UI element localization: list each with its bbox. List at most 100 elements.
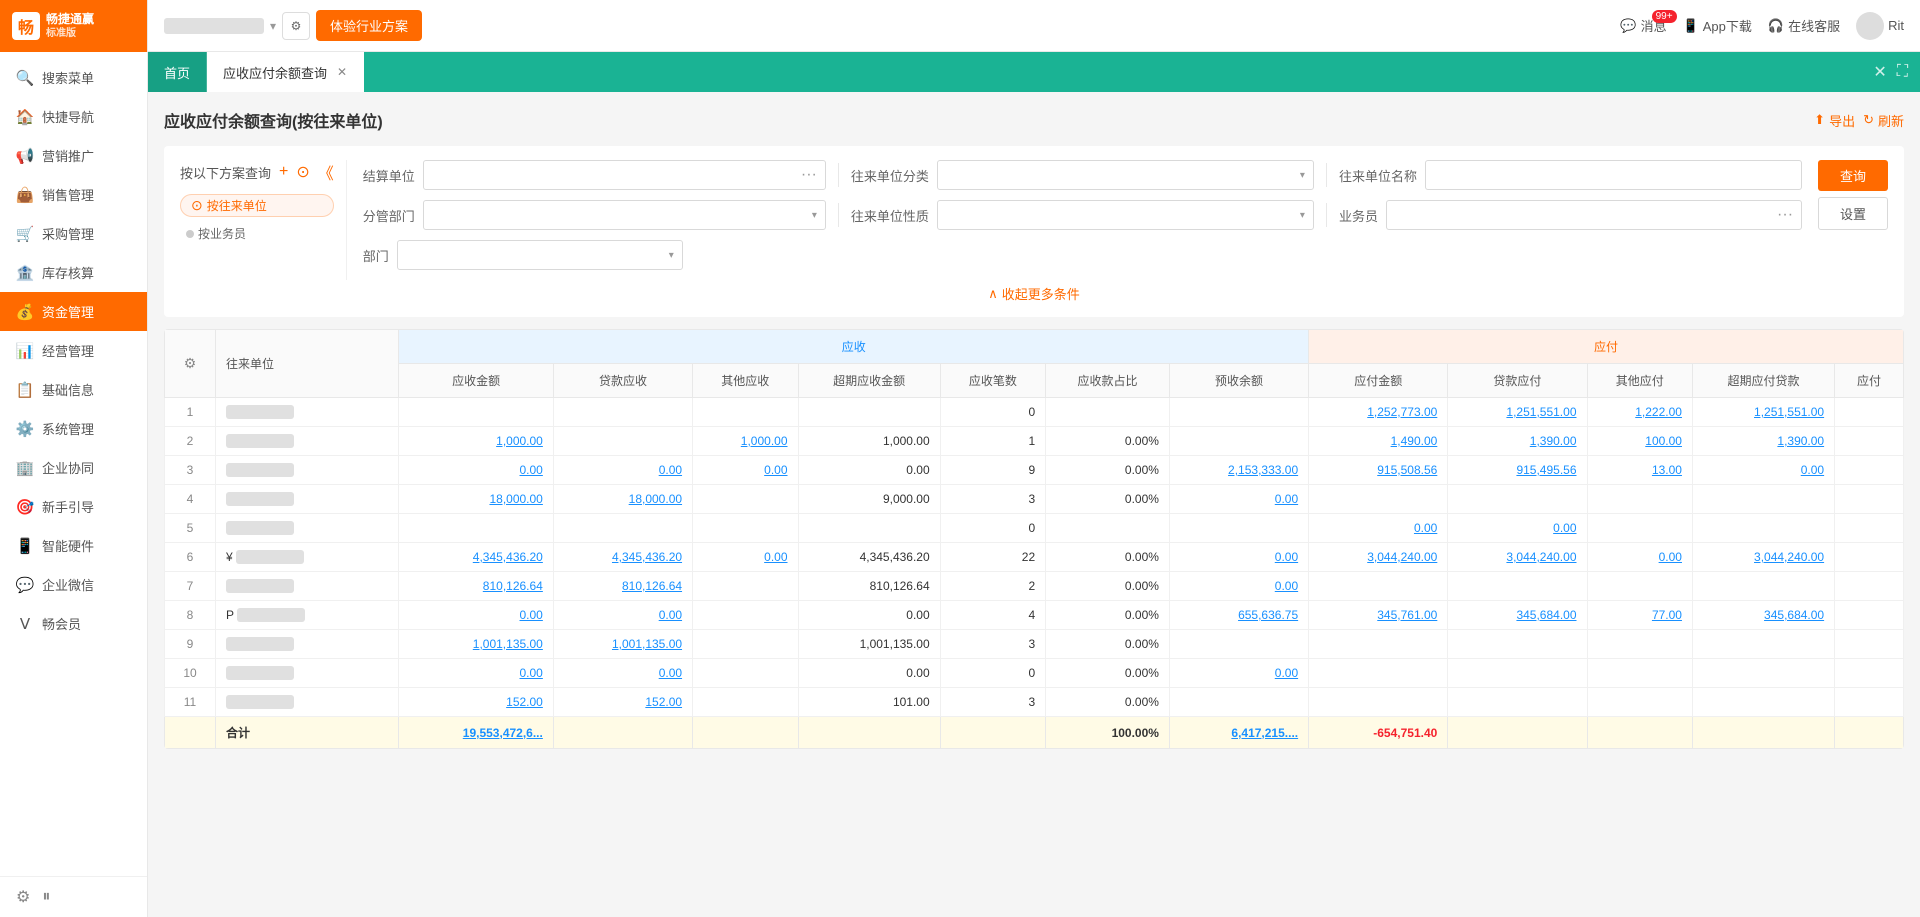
sidebar-item-guide[interactable]: 🎯 新手引导 <box>0 487 147 526</box>
sidebar-item-smart-hw[interactable]: 📱 智能硬件 <box>0 526 147 565</box>
tab-ar-ap[interactable]: 应收应付余额查询 ✕ <box>207 52 364 92</box>
tab-maximize-icon[interactable]: ⛶ <box>1897 63 1908 81</box>
sidebar-item-system[interactable]: ⚙️ 系统管理 <box>0 409 147 448</box>
cell-ar-loan[interactable]: 152.00 <box>553 688 692 717</box>
cell-ar-amt[interactable]: 18,000.00 <box>399 485 553 514</box>
sidebar-item-quick-nav[interactable]: 🏠 快捷导航 <box>0 97 147 136</box>
cell-ar-loan[interactable]: 0.00 <box>553 601 692 630</box>
cell-ar-loan[interactable] <box>553 514 692 543</box>
add-scheme-icon[interactable]: + <box>279 163 288 181</box>
cell-ar-prepay[interactable]: 0.00 <box>1169 485 1308 514</box>
tab-home[interactable]: 首页 <box>148 52 207 92</box>
cell-ap-loan[interactable]: 345,684.00 <box>1448 601 1587 630</box>
cell-ap-amt[interactable]: 1,490.00 <box>1309 427 1448 456</box>
user-menu[interactable]: Rit <box>1856 12 1904 40</box>
cell-ar-other[interactable] <box>693 630 798 659</box>
cell-ap-other[interactable] <box>1587 630 1692 659</box>
cell-ar-prepay[interactable] <box>1169 427 1308 456</box>
sidebar-item-marketing[interactable]: 📢 营销推广 <box>0 136 147 175</box>
cell-ap-amt[interactable]: 915,508.56 <box>1309 456 1448 485</box>
cell-ap-loan[interactable]: 1,251,551.00 <box>1448 398 1587 427</box>
partner-nature-select[interactable]: ▾ <box>937 200 1314 230</box>
cell-ap-loan[interactable]: 1,390.00 <box>1448 427 1587 456</box>
header-gear-button[interactable]: ⚙ <box>282 12 310 40</box>
cell-ar-prepay[interactable]: 0.00 <box>1169 543 1308 572</box>
cell-ar-loan[interactable]: 1,001,135.00 <box>553 630 692 659</box>
partner-name-input[interactable] <box>1425 160 1802 190</box>
dept-select[interactable]: ▾ <box>397 240 683 270</box>
sidebar-item-inventory[interactable]: 🏦 库存核算 <box>0 253 147 292</box>
sidebar-item-wechat[interactable]: 💬 企业微信 <box>0 565 147 604</box>
cell-ar-other[interactable]: 0.00 <box>693 456 798 485</box>
app-download-button[interactable]: 📱 App下载 <box>1683 16 1752 35</box>
footer-ar-amt[interactable]: 19,553,472,6... <box>399 717 553 749</box>
cell-ap-overdue[interactable] <box>1692 514 1834 543</box>
cell-ar-amt[interactable]: 1,000.00 <box>399 427 553 456</box>
cell-ap-overdue[interactable]: 345,684.00 <box>1692 601 1834 630</box>
footer-settings-icon[interactable]: ⚙ <box>16 887 30 907</box>
sidebar-item-enterprise[interactable]: 🏢 企业协同 <box>0 448 147 487</box>
online-service-button[interactable]: 🎧 在线客服 <box>1768 16 1840 35</box>
cell-ap-loan[interactable]: 915,495.56 <box>1448 456 1587 485</box>
cell-ap-loan[interactable] <box>1448 688 1587 717</box>
cell-ap-loan[interactable]: 0.00 <box>1448 514 1587 543</box>
cell-ar-loan[interactable]: 0.00 <box>553 659 692 688</box>
collapse-filter-button[interactable]: ∧ 收起更多条件 <box>988 284 1080 303</box>
refresh-button[interactable]: ↻ 刷新 <box>1863 111 1904 130</box>
cell-ar-loan[interactable] <box>553 398 692 427</box>
sidebar-item-basic-info[interactable]: 📋 基础信息 <box>0 370 147 409</box>
cell-ar-loan[interactable]: 4,345,436.20 <box>553 543 692 572</box>
cell-ar-amt[interactable]: 0.00 <box>399 659 553 688</box>
sidebar-item-operations[interactable]: 📊 经营管理 <box>0 331 147 370</box>
cell-ap-overdue[interactable] <box>1692 688 1834 717</box>
tab-close-icon[interactable]: ✕ <box>337 65 347 79</box>
cell-ar-other[interactable] <box>693 601 798 630</box>
cell-ar-loan[interactable]: 0.00 <box>553 456 692 485</box>
table-settings-icon[interactable]: ⚙ <box>175 349 205 379</box>
dept-manager-select[interactable]: ▾ <box>423 200 826 230</box>
cell-ar-prepay[interactable]: 2,153,333.00 <box>1169 456 1308 485</box>
cell-ap-amt[interactable] <box>1309 688 1448 717</box>
cell-ar-prepay[interactable] <box>1169 688 1308 717</box>
collapse-scheme-icon[interactable]: 《 <box>318 160 334 184</box>
cell-ap-amt[interactable] <box>1309 485 1448 514</box>
cell-ar-loan[interactable]: 18,000.00 <box>553 485 692 514</box>
cell-ap-overdue[interactable]: 3,044,240.00 <box>1692 543 1834 572</box>
scheme-option-salesperson[interactable]: 按业务员 <box>180 223 334 244</box>
cell-ap-loan[interactable]: 3,044,240.00 <box>1448 543 1587 572</box>
cell-ap-overdue[interactable]: 0.00 <box>1692 456 1834 485</box>
footer-ar-prepay[interactable]: 6,417,215.... <box>1169 717 1308 749</box>
partner-category-select[interactable]: ▾ <box>937 160 1314 190</box>
cell-ap-overdue[interactable]: 1,390.00 <box>1692 427 1834 456</box>
cell-ar-other[interactable] <box>693 688 798 717</box>
cell-ar-prepay[interactable]: 655,636.75 <box>1169 601 1308 630</box>
sidebar-item-purchase[interactable]: 🛒 采购管理 <box>0 214 147 253</box>
sidebar-item-finance[interactable]: 💰 资金管理 <box>0 292 147 331</box>
cell-ap-overdue[interactable]: 1,251,551.00 <box>1692 398 1834 427</box>
cell-ap-amt[interactable]: 1,252,773.00 <box>1309 398 1448 427</box>
cell-ar-amt[interactable]: 0.00 <box>399 601 553 630</box>
cell-ap-other[interactable]: 1,222.00 <box>1587 398 1692 427</box>
cell-ar-amt[interactable] <box>399 398 553 427</box>
cell-ap-other[interactable]: 0.00 <box>1587 543 1692 572</box>
cell-ap-amt[interactable] <box>1309 630 1448 659</box>
sidebar-item-sales[interactable]: 👜 销售管理 <box>0 175 147 214</box>
cell-ar-prepay[interactable] <box>1169 514 1308 543</box>
cell-ap-other[interactable] <box>1587 659 1692 688</box>
cell-ap-other[interactable]: 100.00 <box>1587 427 1692 456</box>
cell-ar-loan[interactable]: 810,126.64 <box>553 572 692 601</box>
sidebar-item-search-menu[interactable]: 🔍 搜索菜单 <box>0 58 147 97</box>
query-button[interactable]: 查询 <box>1818 160 1888 191</box>
cell-ar-prepay[interactable]: 0.00 <box>1169 659 1308 688</box>
cell-ar-prepay[interactable] <box>1169 398 1308 427</box>
cell-ap-amt[interactable] <box>1309 572 1448 601</box>
cell-ar-other[interactable]: 0.00 <box>693 543 798 572</box>
cell-ap-amt[interactable]: 3,044,240.00 <box>1309 543 1448 572</box>
cell-ar-other[interactable] <box>693 514 798 543</box>
cell-ar-amt[interactable] <box>399 514 553 543</box>
cell-ap-other[interactable]: 13.00 <box>1587 456 1692 485</box>
cell-ar-other[interactable]: 1,000.00 <box>693 427 798 456</box>
salesperson-input[interactable]: ··· <box>1386 200 1802 230</box>
cell-ap-loan[interactable] <box>1448 659 1587 688</box>
cell-ar-other[interactable] <box>693 398 798 427</box>
